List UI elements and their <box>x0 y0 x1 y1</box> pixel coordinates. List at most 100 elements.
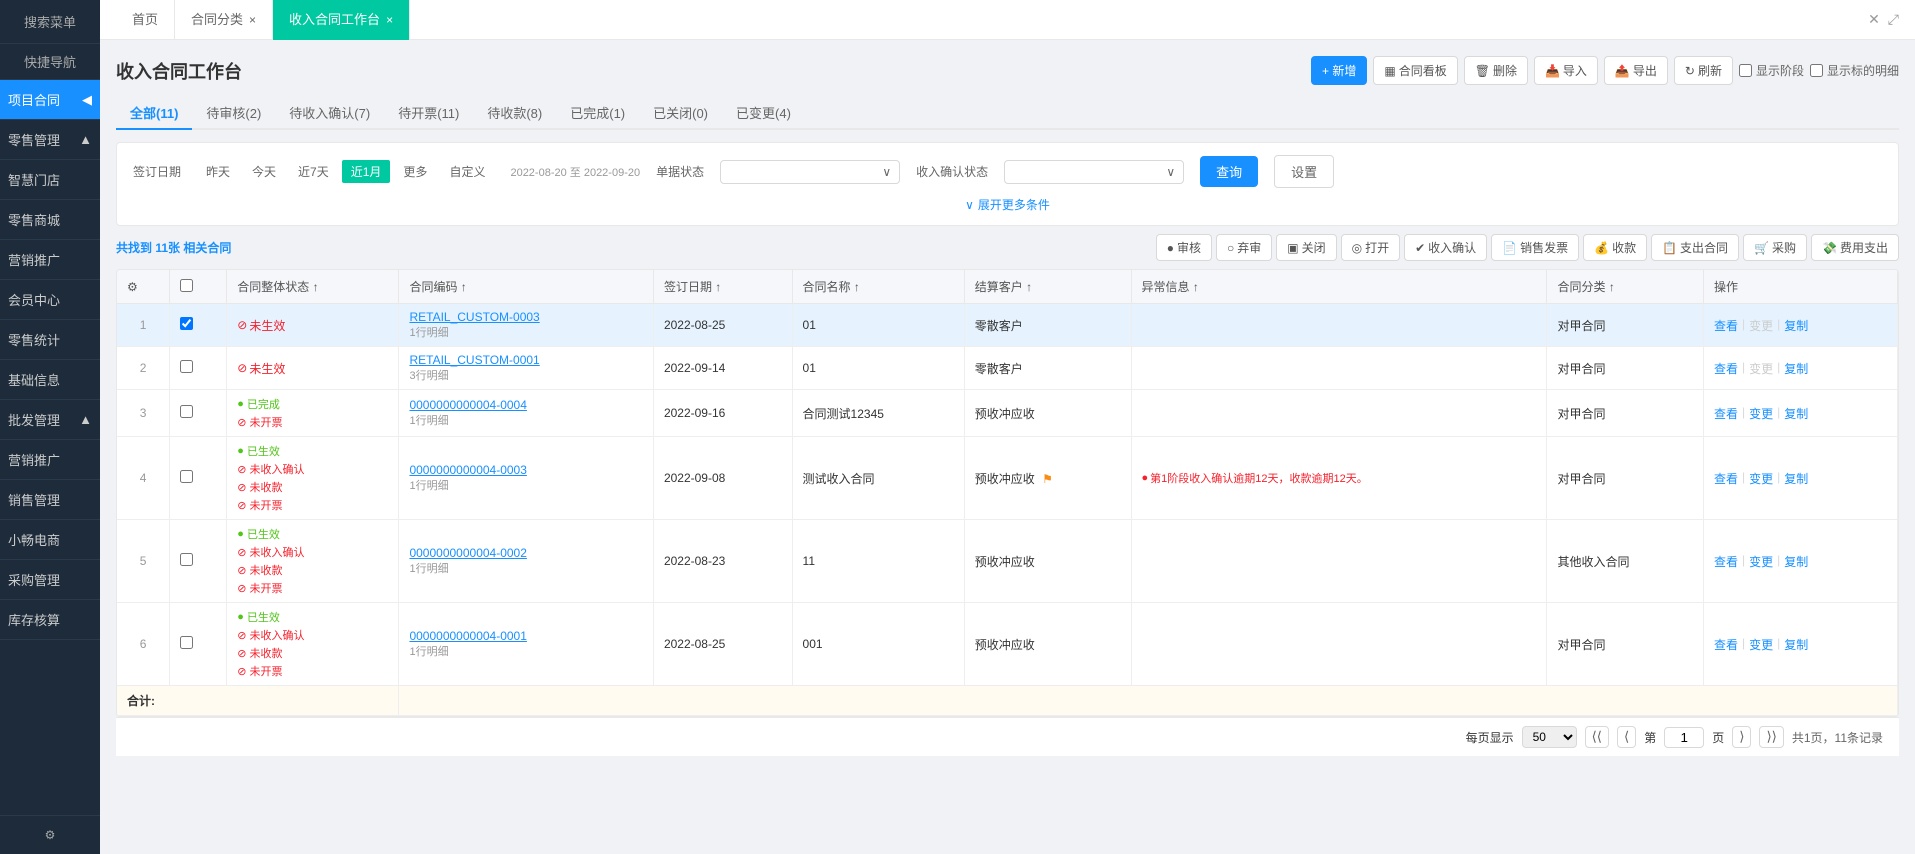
sidebar-item-retail-mgmt[interactable]: 零售管理 ▲ <box>0 120 100 160</box>
filter-tab-pending-review[interactable]: 待审核(2) <box>192 97 275 130</box>
sidebar-item-purchase-mgmt[interactable]: 采购管理 <box>0 560 100 600</box>
select-all-checkbox[interactable] <box>180 279 193 292</box>
filter-tab-all[interactable]: 全部(11) <box>116 97 192 130</box>
collect-button[interactable]: 💰收款 <box>1583 234 1647 261</box>
col-status[interactable]: 合同整体状态 ↑ <box>227 270 399 304</box>
change-link[interactable]: 变更 <box>1749 470 1773 487</box>
row-checkbox-cell[interactable] <box>170 520 227 603</box>
show-details-checkbox[interactable]: 显示标的明细 <box>1810 62 1899 79</box>
contract-link[interactable]: RETAIL_CUSTOM-0003 <box>409 310 642 324</box>
refresh-button[interactable]: ↻ 刷新 <box>1674 56 1733 85</box>
copy-link[interactable]: 复制 <box>1784 405 1808 422</box>
filter-tab-pending-collect[interactable]: 待收款(8) <box>473 97 556 130</box>
view-link[interactable]: 查看 <box>1714 317 1738 334</box>
sidebar-item-wholesale-mgmt[interactable]: 批发管理 ▲ <box>0 400 100 440</box>
copy-link[interactable]: 复制 <box>1784 553 1808 570</box>
copy-link[interactable]: 复制 <box>1784 470 1808 487</box>
view-link[interactable]: 查看 <box>1714 553 1738 570</box>
sidebar-item-marketing2[interactable]: 营销推广 <box>0 440 100 480</box>
col-category[interactable]: 合同分类 ↑ <box>1547 270 1703 304</box>
col-sign-date[interactable]: 签订日期 ↑ <box>653 270 792 304</box>
export-button[interactable]: 📤 导出 <box>1604 56 1668 85</box>
sidebar-item-ecommerce[interactable]: 小畅电商 <box>0 520 100 560</box>
row-checkbox[interactable] <box>180 470 193 483</box>
query-button[interactable]: 查询 <box>1200 156 1258 187</box>
last-page-btn[interactable]: ⟩⟩ <box>1759 726 1783 748</box>
income-confirm-button[interactable]: ✔收入确认 <box>1404 234 1487 261</box>
sidebar-item-retail-mall[interactable]: 零售商城 <box>0 200 100 240</box>
expand-conditions-btn[interactable]: ∨ 展开更多条件 <box>965 196 1050 213</box>
show-stage-checkbox[interactable]: 显示阶段 <box>1739 62 1804 79</box>
window-close-btn[interactable]: ✕ <box>1868 11 1880 28</box>
view-link[interactable]: 查看 <box>1714 405 1738 422</box>
sidebar-item-project-contract[interactable]: 项目合同 ◀ <box>0 80 100 120</box>
tab-close-icon[interactable]: × <box>249 0 256 40</box>
set-button[interactable]: 设置 <box>1274 155 1334 188</box>
filter-tab-changed[interactable]: 已变更(4) <box>722 97 805 130</box>
row-checkbox-cell[interactable] <box>170 304 227 347</box>
col-name[interactable]: 合同名称 ↑ <box>792 270 964 304</box>
date-1month[interactable]: 近1月 <box>342 160 391 183</box>
abandon-audit-button[interactable]: ○弃审 <box>1216 234 1272 261</box>
close-contract-button[interactable]: ▣关闭 <box>1276 234 1336 261</box>
row-checkbox-cell[interactable] <box>170 603 227 686</box>
tab-home[interactable]: 首页 <box>116 0 175 40</box>
sidebar-item-member[interactable]: 会员中心 <box>0 280 100 320</box>
contract-link[interactable]: 0000000000004-0002 <box>409 546 642 560</box>
contract-link[interactable]: RETAIL_CUSTOM-0001 <box>409 353 642 367</box>
sidebar-item-smart-store[interactable]: 智慧门店 <box>0 160 100 200</box>
date-more[interactable]: 更多 <box>394 160 436 183</box>
row-checkbox[interactable] <box>180 636 193 649</box>
date-custom[interactable]: 自定义 <box>440 160 494 183</box>
sidebar-item-sales-mgmt[interactable]: 销售管理 <box>0 480 100 520</box>
change-link[interactable]: 变更 <box>1749 553 1773 570</box>
sidebar-item-basic-info[interactable]: 基础信息 <box>0 360 100 400</box>
row-checkbox-cell[interactable] <box>170 347 227 390</box>
change-link[interactable]: 变更 <box>1749 360 1773 377</box>
copy-link[interactable]: 复制 <box>1784 636 1808 653</box>
tab-income-contract[interactable]: 收入合同工作台 × <box>273 0 410 40</box>
filter-tab-completed[interactable]: 已完成(1) <box>556 97 639 130</box>
prev-page-btn[interactable]: ⟨ <box>1617 726 1636 748</box>
window-maximize-btn[interactable]: ⤢ <box>1888 11 1899 28</box>
row-checkbox[interactable] <box>180 405 193 418</box>
open-button[interactable]: ◎打开 <box>1341 234 1401 261</box>
first-page-btn[interactable]: ⟨⟨ <box>1585 726 1609 748</box>
col-settings[interactable]: ⚙ <box>117 270 170 304</box>
sidebar-settings[interactable]: ⚙ <box>0 815 100 854</box>
row-checkbox[interactable] <box>180 317 193 330</box>
col-checkbox[interactable] <box>170 270 227 304</box>
tab-contract-category[interactable]: 合同分类 × <box>175 0 273 40</box>
date-today[interactable]: 今天 <box>243 160 285 183</box>
copy-link[interactable]: 复制 <box>1784 317 1808 334</box>
sidebar-item-inventory[interactable]: 库存核算 <box>0 600 100 640</box>
per-page-select[interactable]: 50 20 100 <box>1522 726 1577 748</box>
filter-tab-pending-invoice[interactable]: 待开票(11) <box>384 97 473 130</box>
delete-button[interactable]: 🗑 删除 <box>1464 56 1528 85</box>
sales-invoice-button[interactable]: 📄销售发票 <box>1491 234 1579 261</box>
contract-link[interactable]: 0000000000004-0001 <box>409 629 642 643</box>
copy-link[interactable]: 复制 <box>1784 360 1808 377</box>
page-number-input[interactable] <box>1664 727 1704 748</box>
contract-link[interactable]: 0000000000004-0003 <box>409 463 642 477</box>
filter-tab-closed[interactable]: 已关闭(0) <box>639 97 722 130</box>
sidebar-search[interactable]: 搜索菜单 <box>0 0 100 44</box>
next-page-btn[interactable]: ⟩ <box>1732 726 1751 748</box>
view-link[interactable]: 查看 <box>1714 470 1738 487</box>
purchase-button[interactable]: 🛒采购 <box>1743 234 1807 261</box>
date-yesterday[interactable]: 昨天 <box>197 160 239 183</box>
sidebar-quick-nav[interactable]: 快捷导航 <box>0 44 100 80</box>
tab-active-close-icon[interactable]: × <box>386 0 393 40</box>
change-link[interactable]: 变更 <box>1749 405 1773 422</box>
outcome-contract-button[interactable]: 📋支出合同 <box>1651 234 1739 261</box>
date-7days[interactable]: 近7天 <box>289 160 338 183</box>
col-warning[interactable]: 异常信息 ↑ <box>1131 270 1547 304</box>
col-code[interactable]: 合同编码 ↑ <box>399 270 653 304</box>
col-customer[interactable]: 结算客户 ↑ <box>964 270 1131 304</box>
sidebar-item-retail-stats[interactable]: 零售统计 <box>0 320 100 360</box>
expense-button[interactable]: 💸费用支出 <box>1811 234 1899 261</box>
row-checkbox[interactable] <box>180 360 193 373</box>
contract-board-button[interactable]: ▦ 合同看板 <box>1373 56 1457 85</box>
income-confirm-select[interactable]: ∨ <box>1004 160 1184 184</box>
row-checkbox-cell[interactable] <box>170 390 227 437</box>
